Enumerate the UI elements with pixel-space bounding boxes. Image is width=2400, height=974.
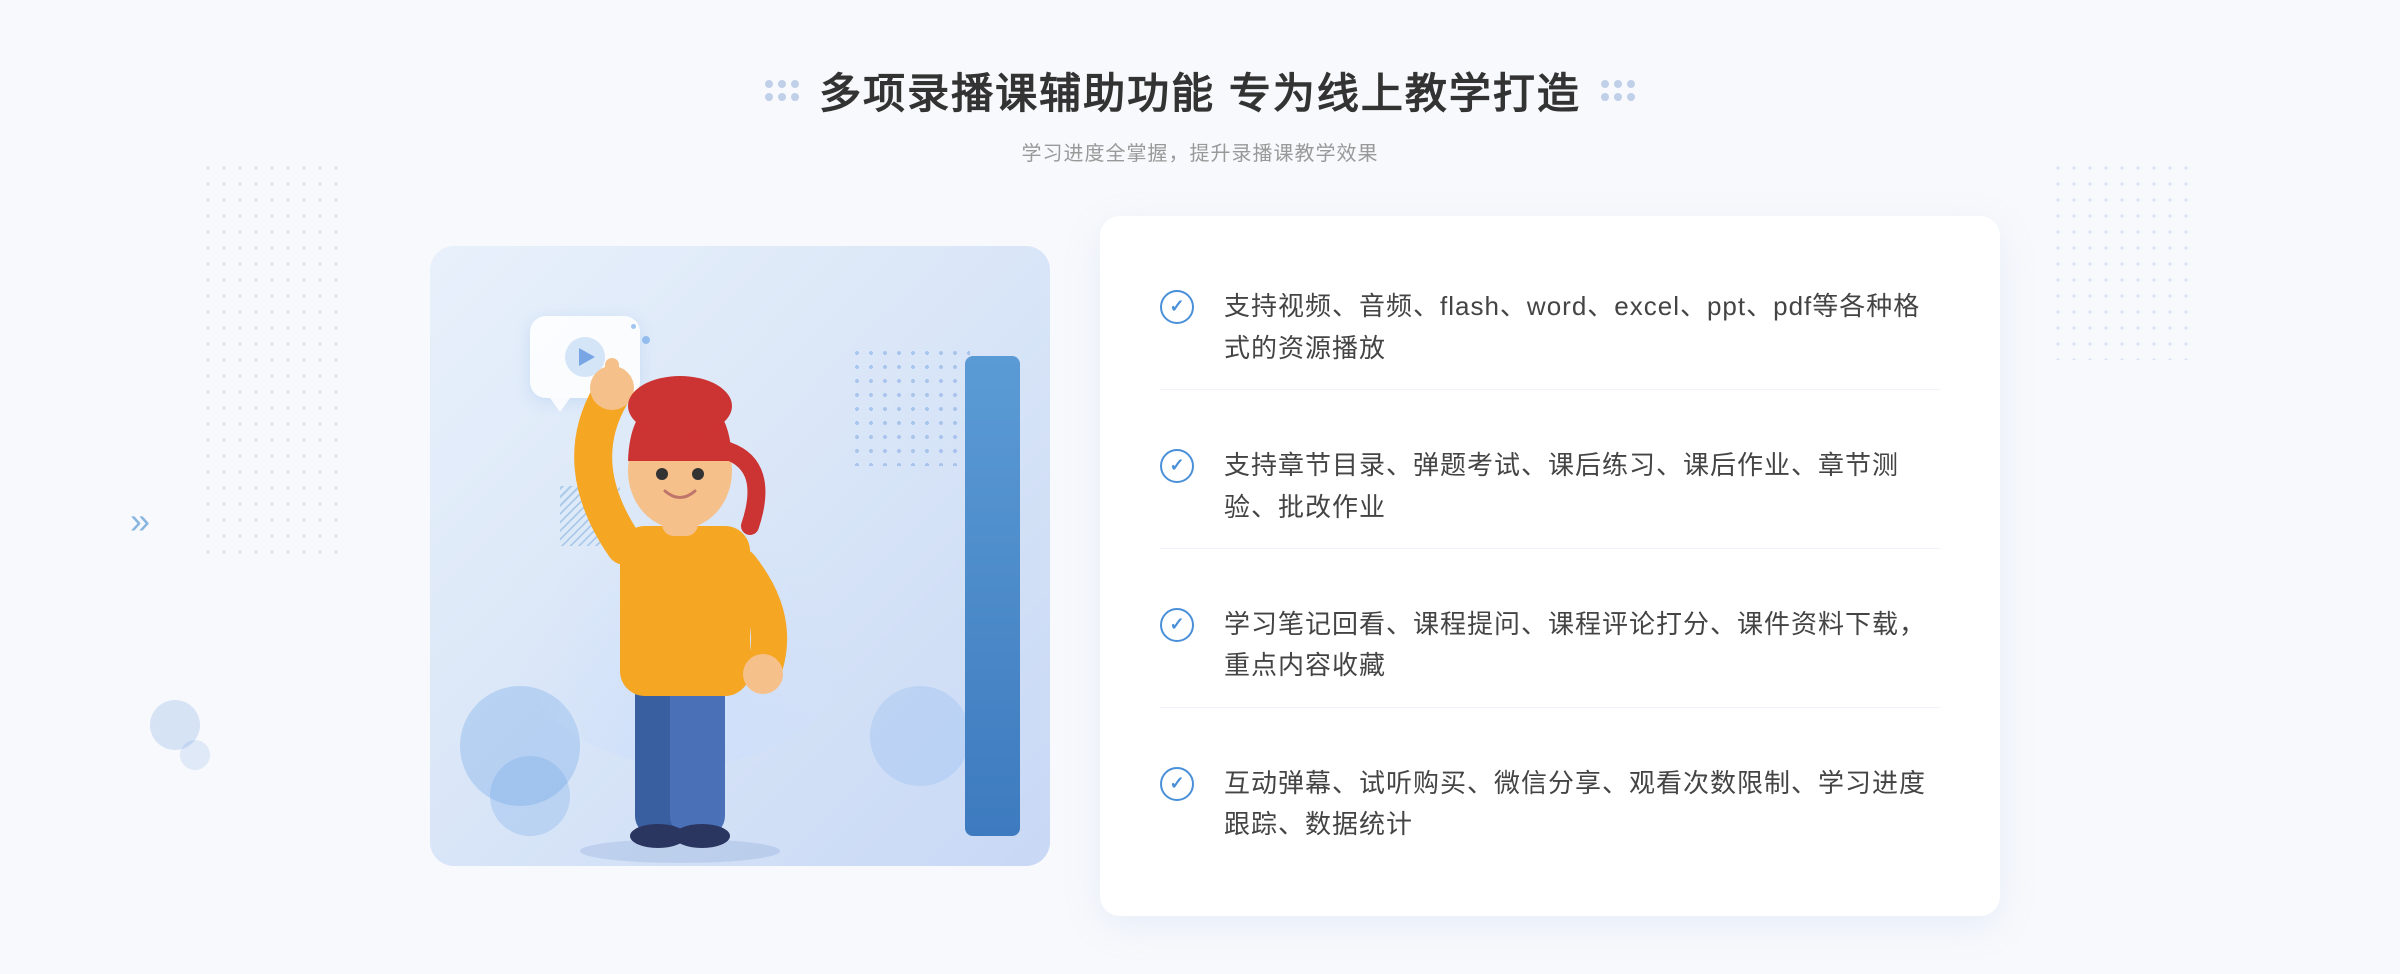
page-container: » 多项录播课辅助功能 专为线上教学打造 学习进度全掌握，提升录播课教学效果: [0, 0, 2400, 974]
chevron-decoration: »: [130, 500, 150, 542]
check-mark-1: ✓: [1169, 297, 1184, 315]
feature-item-4: ✓ 互动弹幕、试听购买、微信分享、观看次数限制、学习进度跟踪、数据统计: [1160, 743, 1940, 866]
deco-circle-2: [180, 740, 210, 770]
check-mark-2: ✓: [1169, 456, 1184, 474]
main-content: ✓ 支持视频、音频、flash、word、excel、ppt、pdf等各种格式的…: [400, 216, 2000, 916]
check-circle-3: ✓: [1160, 608, 1194, 642]
title-deco-right: [1601, 80, 1635, 101]
feature-text-3: 学习笔记回看、课程提问、课程评论打分、课件资料下载，重点内容收藏: [1224, 604, 1940, 687]
feature-text-1: 支持视频、音频、flash、word、excel、ppt、pdf等各种格式的资源…: [1224, 286, 1940, 369]
feature-item-3: ✓ 学习笔记回看、课程提问、课程评论打分、课件资料下载，重点内容收藏: [1160, 584, 1940, 708]
bg-dots-right: [2050, 160, 2200, 360]
page-subtitle: 学习进度全掌握，提升录播课教学效果: [765, 137, 1635, 166]
check-circle-1: ✓: [1160, 290, 1194, 324]
check-icon-3: ✓: [1160, 608, 1196, 644]
check-circle-2: ✓: [1160, 449, 1194, 483]
deco-circle-bottom-right: [870, 686, 970, 786]
check-circle-4: ✓: [1160, 767, 1194, 801]
illustration-panel: [400, 216, 1080, 896]
feature-item-2: ✓ 支持章节目录、弹题考试、课后练习、课后作业、章节测验、批改作业: [1160, 425, 1940, 549]
blue-side-bar: [965, 356, 1020, 836]
person-illustration: [510, 306, 850, 866]
check-mark-4: ✓: [1169, 774, 1184, 792]
bg-dots-left: [200, 160, 350, 560]
check-mark-3: ✓: [1169, 615, 1184, 633]
features-panel: ✓ 支持视频、音频、flash、word、excel、ppt、pdf等各种格式的…: [1100, 216, 2000, 916]
check-icon-2: ✓: [1160, 449, 1196, 485]
page-title: 多项录播课辅助功能 专为线上教学打造: [819, 60, 1581, 121]
feature-item-1: ✓ 支持视频、音频、flash、word、excel、ppt、pdf等各种格式的…: [1160, 266, 1940, 390]
dots-pattern: [850, 346, 970, 466]
feature-text-4: 互动弹幕、试听购买、微信分享、观看次数限制、学习进度跟踪、数据统计: [1224, 763, 1940, 846]
illustration-background: [430, 246, 1050, 866]
title-deco-left: [765, 80, 799, 101]
header-section: 多项录播课辅助功能 专为线上教学打造 学习进度全掌握，提升录播课教学效果: [765, 60, 1635, 166]
check-icon-4: ✓: [1160, 767, 1196, 803]
title-row: 多项录播课辅助功能 专为线上教学打造: [765, 60, 1635, 121]
feature-text-2: 支持章节目录、弹题考试、课后练习、课后作业、章节测验、批改作业: [1224, 445, 1940, 528]
check-icon-1: ✓: [1160, 290, 1196, 326]
